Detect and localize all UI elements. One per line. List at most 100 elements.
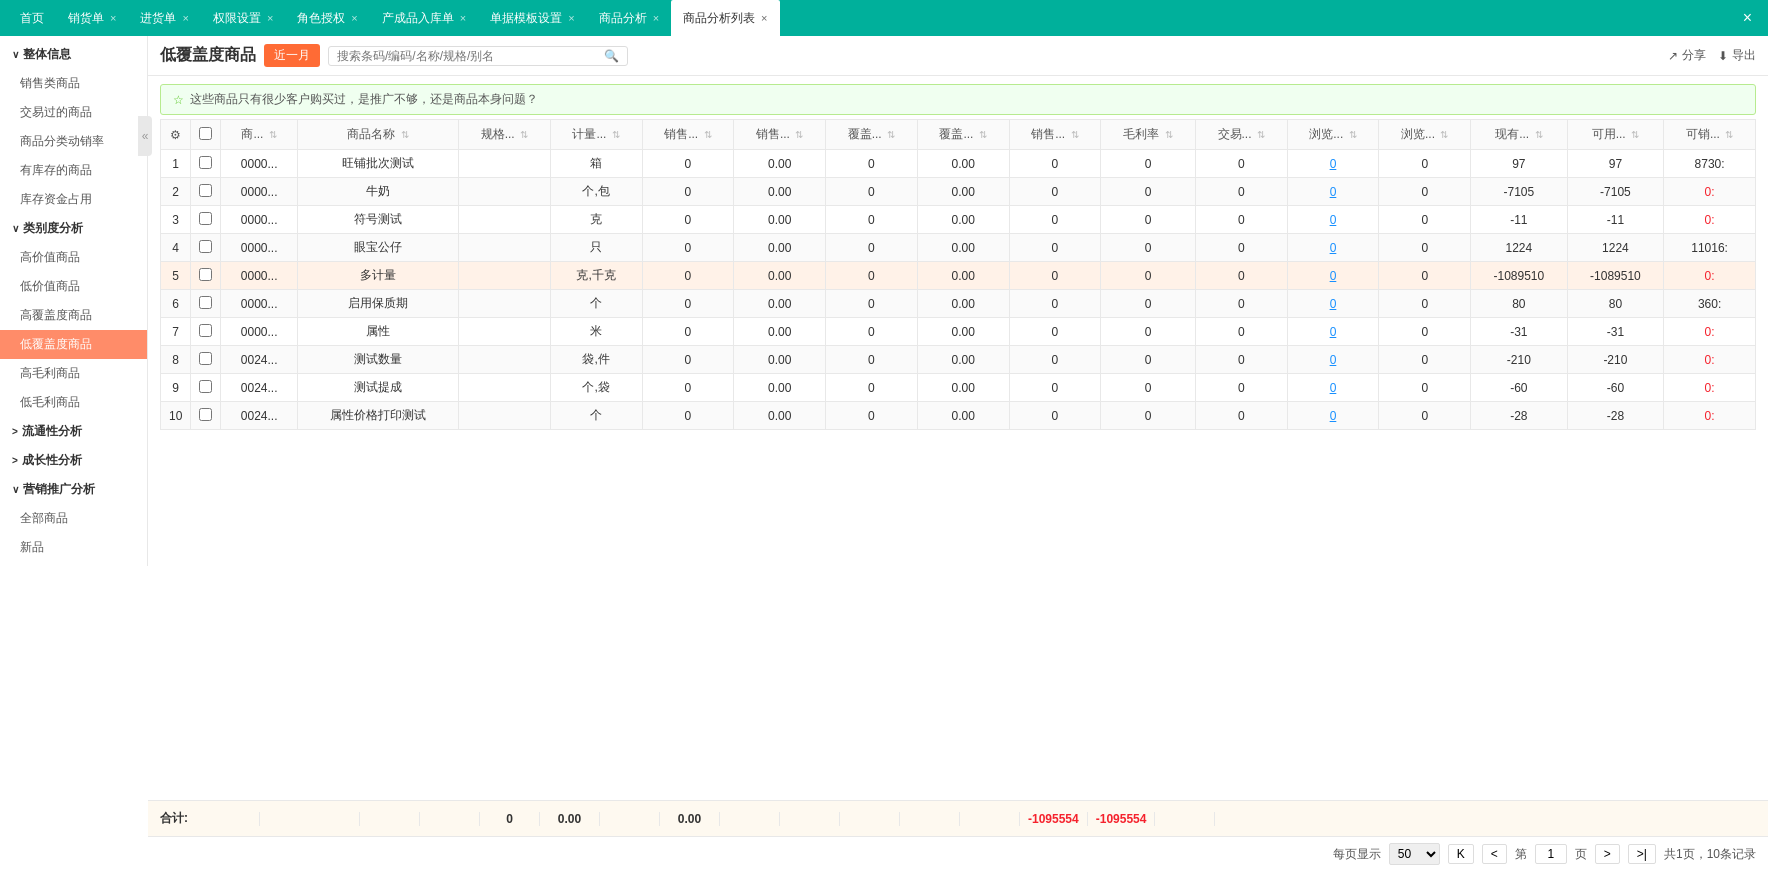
select-all-checkbox[interactable] <box>199 127 212 140</box>
per-page-select[interactable]: 50 100 200 <box>1389 843 1440 865</box>
sidebar-item-in-stock[interactable]: 有库存的商品 <box>0 156 147 185</box>
cell-browse1[interactable]: 0 <box>1287 234 1379 262</box>
row-checkbox[interactable] <box>199 352 212 365</box>
cell-cover2: 0.00 <box>917 234 1009 262</box>
nav-role-close[interactable]: × <box>351 12 357 24</box>
cell-browse1[interactable]: 0 <box>1287 402 1379 430</box>
nav-purchase-close[interactable]: × <box>182 12 188 24</box>
nav-sales-close[interactable]: × <box>110 12 116 24</box>
nav-template[interactable]: 单据模板设置 × <box>478 0 586 36</box>
row-checkbox[interactable] <box>199 296 212 309</box>
row-checkbox[interactable] <box>199 324 212 337</box>
cell-available: 97 <box>1567 150 1664 178</box>
export-button[interactable]: ⬇ 导出 <box>1718 47 1756 64</box>
sort-icon3[interactable]: ⇅ <box>520 129 528 140</box>
cell-browse1[interactable]: 0 <box>1287 290 1379 318</box>
sidebar-section-growth[interactable]: > 成长性分析 <box>0 446 147 475</box>
row-checkbox[interactable] <box>199 380 212 393</box>
nav-home[interactable]: 首页 <box>8 0 56 36</box>
settings-icon[interactable]: ⚙ <box>170 128 181 142</box>
sort-icon13[interactable]: ⇅ <box>1440 129 1448 140</box>
sort-icon8[interactable]: ⇅ <box>979 129 987 140</box>
row-checkbox[interactable] <box>199 240 212 253</box>
sort-icon14[interactable]: ⇅ <box>1535 129 1543 140</box>
sidebar-item-high-margin[interactable]: 高毛利商品 <box>0 359 147 388</box>
nav-product-inbound[interactable]: 产成品入库单 × <box>370 0 478 36</box>
nav-analysis-list-close[interactable]: × <box>761 12 767 24</box>
sort-icon4[interactable]: ⇅ <box>612 129 620 140</box>
cell-sales3: 0 <box>1009 178 1101 206</box>
row-checkbox[interactable] <box>199 268 212 281</box>
sort-icon9[interactable]: ⇅ <box>1071 129 1079 140</box>
row-checkbox[interactable] <box>199 408 212 421</box>
nav-sales[interactable]: 销货单 × <box>56 0 128 36</box>
sidebar-item-low-value[interactable]: 低价值商品 <box>0 272 147 301</box>
sidebar-item-low-margin[interactable]: 低毛利商品 <box>0 388 147 417</box>
sidebar-item-low-coverage[interactable]: 低覆盖度商品 <box>0 330 147 359</box>
sort-icon10[interactable]: ⇅ <box>1165 129 1173 140</box>
row-checkbox[interactable] <box>199 212 212 225</box>
sort-icon5[interactable]: ⇅ <box>704 129 712 140</box>
sort-icon11[interactable]: ⇅ <box>1257 129 1265 140</box>
last-page-button[interactable]: >| <box>1628 844 1656 864</box>
cell-browse1[interactable]: 0 <box>1287 318 1379 346</box>
sidebar-item-capital[interactable]: 库存资金占用 <box>0 185 147 214</box>
nav-permission-close[interactable]: × <box>267 12 273 24</box>
cell-browse1[interactable]: 0 <box>1287 150 1379 178</box>
cell-browse1[interactable]: 0 <box>1287 374 1379 402</box>
th-sales3: 销售... ⇅ <box>1009 120 1101 150</box>
th-settings[interactable]: ⚙ <box>161 120 191 150</box>
sidebar-section-overview[interactable]: ∨ 整体信息 <box>0 40 147 69</box>
sidebar-section-marketing[interactable]: ∨ 营销推广分析 <box>0 475 147 504</box>
sidebar-item-new-goods[interactable]: 新品 <box>0 533 147 562</box>
sidebar-collapse-button[interactable]: « <box>138 116 152 156</box>
cell-checkbox <box>191 234 221 262</box>
nav-analysis-list[interactable]: 商品分析列表 × <box>671 0 779 36</box>
table-body: 1 0000... 旺铺批次测试 箱 0 0.00 0 0.00 0 0 0 0… <box>161 150 1756 430</box>
sidebar-item-traded-goods[interactable]: 交易过的商品 <box>0 98 147 127</box>
nav-template-close[interactable]: × <box>568 12 574 24</box>
sort-icon12[interactable]: ⇅ <box>1349 129 1357 140</box>
nav-product-inbound-close[interactable]: × <box>460 12 466 24</box>
time-filter-button[interactable]: 近一月 <box>264 44 320 67</box>
th-cover2: 覆盖... ⇅ <box>917 120 1009 150</box>
row-checkbox[interactable] <box>199 156 212 169</box>
nav-analysis-close[interactable]: × <box>653 12 659 24</box>
sidebar-section-liquidity[interactable]: > 流通性分析 <box>0 417 147 446</box>
nav-analysis[interactable]: 商品分析 × <box>587 0 671 36</box>
sidebar-item-high-value[interactable]: 高价值商品 <box>0 243 147 272</box>
prev-page-button[interactable]: < <box>1482 844 1507 864</box>
nav-role[interactable]: 角色授权 × <box>285 0 369 36</box>
sort-icon[interactable]: ⇅ <box>269 129 277 140</box>
search-input[interactable] <box>337 49 604 63</box>
sort-icon2[interactable]: ⇅ <box>401 129 409 140</box>
sidebar-item-high-coverage[interactable]: 高覆盖度商品 <box>0 301 147 330</box>
cell-sales-qty: 0 <box>642 346 734 374</box>
cell-browse2: 0 <box>1379 262 1471 290</box>
window-close-button[interactable]: × <box>1735 9 1760 27</box>
nav-permission[interactable]: 权限设置 × <box>201 0 285 36</box>
sidebar-item-sales-goods[interactable]: 销售类商品 <box>0 69 147 98</box>
table-row: 3 0000... 符号测试 克 0 0.00 0 0.00 0 0 0 0 0… <box>161 206 1756 234</box>
sort-icon16[interactable]: ⇅ <box>1725 129 1733 140</box>
nav-purchase[interactable]: 进货单 × <box>128 0 200 36</box>
search-icon[interactable]: 🔍 <box>604 49 619 63</box>
sort-icon6[interactable]: ⇅ <box>795 129 803 140</box>
sort-icon7[interactable]: ⇅ <box>887 129 895 140</box>
first-page-button[interactable]: K <box>1448 844 1474 864</box>
sidebar-section-category[interactable]: ∨ 类别度分析 <box>0 214 147 243</box>
cell-cover1: 0 <box>826 150 918 178</box>
sidebar-item-all-goods[interactable]: 全部商品 <box>0 504 147 533</box>
cell-trans: 0 <box>1195 346 1287 374</box>
next-page-button[interactable]: > <box>1595 844 1620 864</box>
cell-browse1[interactable]: 0 <box>1287 206 1379 234</box>
row-checkbox[interactable] <box>199 184 212 197</box>
page-number-input[interactable] <box>1535 844 1567 864</box>
cell-browse1[interactable]: 0 <box>1287 262 1379 290</box>
share-button[interactable]: ↗ 分享 <box>1668 47 1706 64</box>
cell-browse1[interactable]: 0 <box>1287 346 1379 374</box>
sidebar-item-category-turnover[interactable]: 商品分类动销率 <box>0 127 147 156</box>
th-current: 现有... ⇅ <box>1471 120 1568 150</box>
cell-browse1[interactable]: 0 <box>1287 178 1379 206</box>
sort-icon15[interactable]: ⇅ <box>1631 129 1639 140</box>
